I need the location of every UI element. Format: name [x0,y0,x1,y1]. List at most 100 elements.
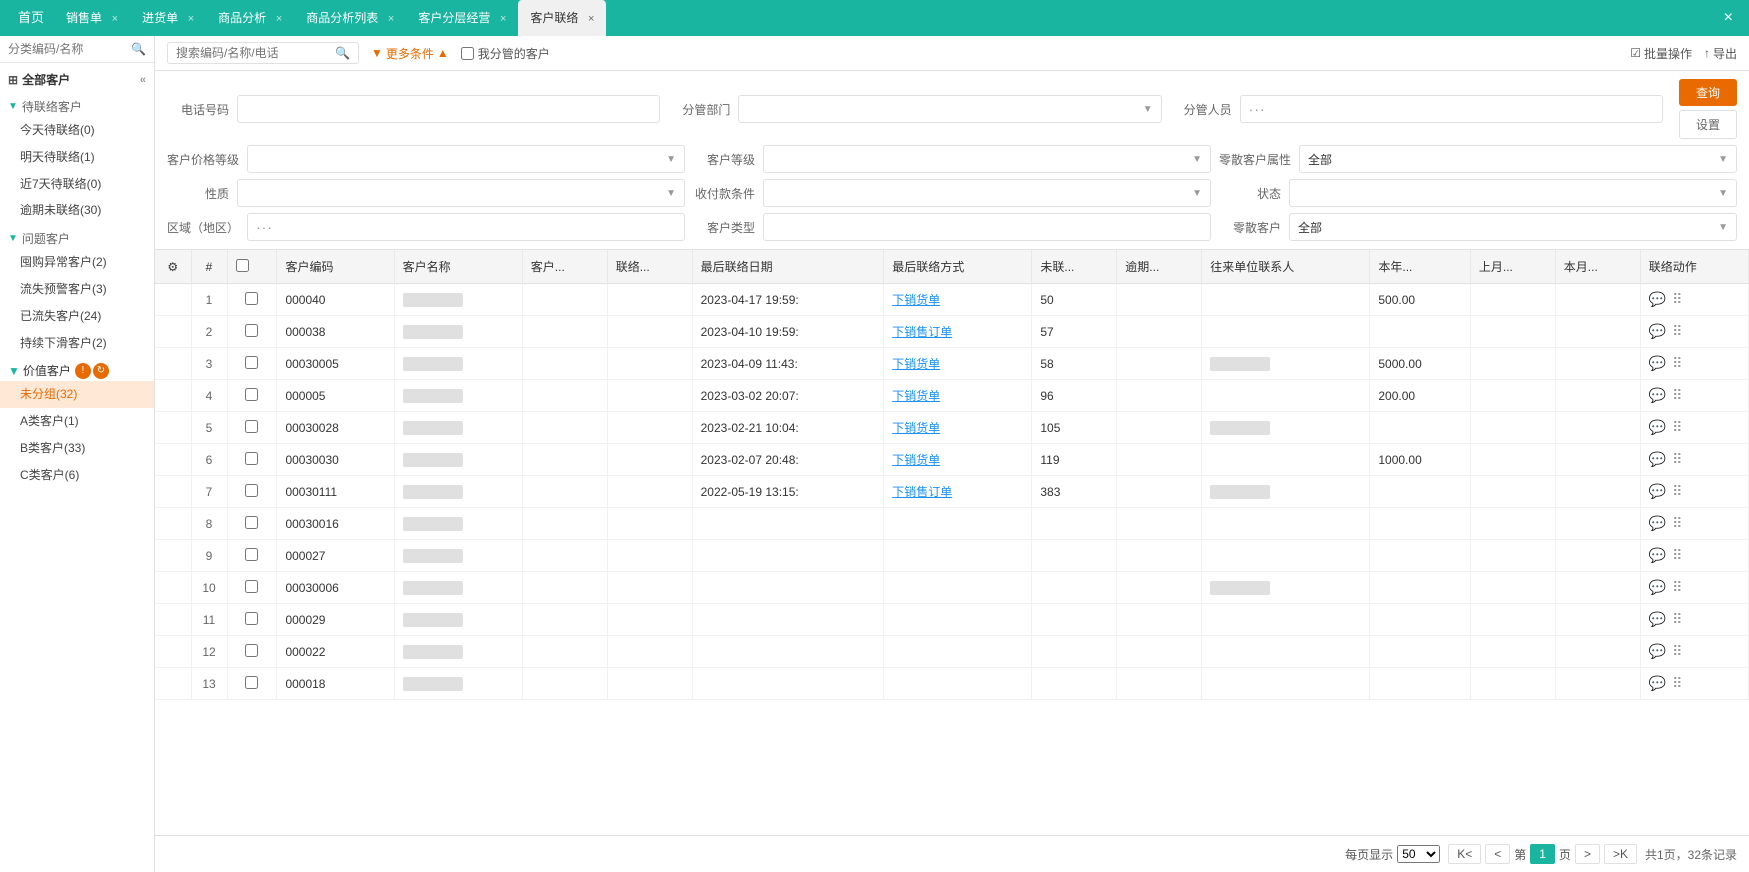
nav-tab-purchase[interactable]: 进货单 × [130,0,206,36]
chat-icon[interactable]: 💬 [1649,611,1666,628]
chat-icon[interactable]: 💬 [1649,515,1666,532]
nav-tab-product-analysis[interactable]: 商品分析 × [206,0,294,36]
row-settings[interactable] [155,508,191,540]
contact-method-link[interactable]: 下销货单 [892,293,940,307]
row-settings[interactable] [155,316,191,348]
status-select[interactable]: ▼ [1289,179,1737,207]
close-purchase-tab[interactable]: × [188,13,194,25]
grid-action-icon[interactable]: ⠿ [1672,483,1682,500]
row-checkbox[interactable] [245,580,258,593]
sidebar-item-class-b[interactable]: B类客户(33) [0,435,154,462]
query-btn[interactable]: 查询 [1679,79,1737,106]
row-checkbox[interactable] [245,452,258,465]
chat-icon[interactable]: 💬 [1649,291,1666,308]
name-col-header[interactable]: 客户名称 [394,250,522,284]
close-product-list-tab[interactable]: × [388,13,394,25]
retail-attr-select[interactable]: 全部 ▼ [1299,145,1737,173]
nature-select[interactable]: ▼ [237,179,685,207]
chat-icon[interactable]: 💬 [1649,451,1666,468]
row-checkbox[interactable] [245,516,258,529]
contact-method-link[interactable]: 下销售订单 [892,325,952,339]
export-btn[interactable]: ↑ 导出 [1704,45,1737,62]
chat-icon[interactable]: 💬 [1649,355,1666,372]
contact-method-link[interactable]: 下销货单 [892,421,940,435]
nav-tab-product-analysis-list[interactable]: 商品分析列表 × [294,0,406,36]
row-checkbox[interactable] [245,612,258,625]
row-settings[interactable] [155,444,191,476]
grid-action-icon[interactable]: ⠿ [1672,323,1682,340]
sidebar-item-overdue[interactable]: 逾期未联络(30) [0,197,154,224]
my-customers-check[interactable] [461,47,474,60]
sidebar-item-class-a[interactable]: A类客户(1) [0,408,154,435]
bulk-ops-btn[interactable]: ☑ 批量操作 [1630,45,1692,62]
row-settings[interactable] [155,412,191,444]
close-customer-contact-tab[interactable]: × [588,13,594,25]
first-page-btn[interactable]: K< [1448,844,1481,864]
row-checkbox[interactable] [245,324,258,337]
sidebar-collapse-btn[interactable]: « [140,74,146,86]
sidebar-item-hoarding[interactable]: 囤购异常客户(2) [0,249,154,276]
chat-icon[interactable]: 💬 [1649,643,1666,660]
payment-select[interactable]: ▼ [763,179,1211,207]
grid-action-icon[interactable]: ⠿ [1672,611,1682,628]
row-settings[interactable] [155,476,191,508]
contact-col-header[interactable]: 联络... [607,250,692,284]
grid-action-icon[interactable]: ⠿ [1672,675,1682,692]
grid-action-icon[interactable]: ⠿ [1672,291,1682,308]
row-checkbox[interactable] [245,644,258,657]
chat-icon[interactable]: 💬 [1649,547,1666,564]
grid-action-icon[interactable]: ⠿ [1672,547,1682,564]
nav-tab-customer-tier[interactable]: 客户分层经营 × [406,0,518,36]
row-checkbox[interactable] [245,388,258,401]
grid-action-icon[interactable]: ⠿ [1672,579,1682,596]
not-contacted-col-header[interactable]: 未联... [1032,250,1117,284]
reset-btn[interactable]: 设置 [1679,110,1737,139]
row-settings[interactable] [155,668,191,700]
close-product-analysis-tab[interactable]: × [276,13,282,25]
chat-icon[interactable]: 💬 [1649,579,1666,596]
contact-method-link[interactable]: 下销货单 [892,357,940,371]
current-page-btn[interactable]: 1 [1530,844,1555,864]
nav-tab-sales[interactable]: 销售单 × [54,0,130,36]
price-level-select[interactable]: ▼ [247,145,685,173]
chat-icon[interactable]: 💬 [1649,483,1666,500]
sidebar-all-customers-header[interactable]: ⊞ 全部客户 « [0,63,154,92]
nav-home[interactable]: 首页 [8,0,54,36]
grid-action-icon[interactable]: ⠿ [1672,387,1682,404]
dept-select[interactable]: ▼ [738,95,1161,123]
sidebar-item-tomorrow[interactable]: 明天待联络(1) [0,144,154,171]
last-page-btn[interactable]: >K [1604,844,1637,864]
nav-tab-customer-contact[interactable]: 客户联络 × [518,0,606,36]
contact-method-link[interactable]: 下销售订单 [892,485,952,499]
sidebar-item-declining[interactable]: 持续下滑客户(2) [0,330,154,357]
select-all-checkbox[interactable] [236,259,249,272]
sidebar-item-class-c[interactable]: C类客户(6) [0,462,154,489]
row-checkbox[interactable] [245,420,258,433]
grid-action-icon[interactable]: ⠿ [1672,515,1682,532]
checkbox-col-header[interactable] [227,250,277,284]
search-icon[interactable]: 🔍 [335,46,350,60]
row-checkbox[interactable] [245,292,258,305]
grid-action-icon[interactable]: ⠿ [1672,451,1682,468]
grid-action-icon[interactable]: ⠿ [1672,355,1682,372]
last-contact-date-col-header[interactable]: 最后联络日期 [692,250,884,284]
row-settings[interactable] [155,380,191,412]
contact-method-link[interactable]: 下销货单 [892,453,940,467]
code-col-header[interactable]: 客户编码 [277,250,394,284]
retail-select[interactable]: 全部 ▼ [1289,213,1737,241]
page-size-select[interactable]: 50 100 [1397,845,1440,863]
sidebar-item-ungrouped[interactable]: 未分组(32) [0,381,154,408]
my-customers-checkbox[interactable]: 我分管的客户 [461,45,550,62]
last-month-col-header[interactable]: 上月... [1470,250,1555,284]
close-customer-tier-tab[interactable]: × [500,13,506,25]
chat-icon[interactable]: 💬 [1649,675,1666,692]
row-checkbox[interactable] [245,356,258,369]
more-conditions-btn[interactable]: ▼ 更多条件 ▲ [371,45,449,62]
row-settings[interactable] [155,284,191,316]
this-month-col-header[interactable]: 本月... [1555,250,1640,284]
row-checkbox[interactable] [245,676,258,689]
grid-action-icon[interactable]: ⠿ [1672,419,1682,436]
customer-level-select[interactable]: ▼ [763,145,1211,173]
last-contact-method-col-header[interactable]: 最后联络方式 [884,250,1032,284]
sidebar-group-problem[interactable]: ▼ 问题客户 [0,224,154,249]
